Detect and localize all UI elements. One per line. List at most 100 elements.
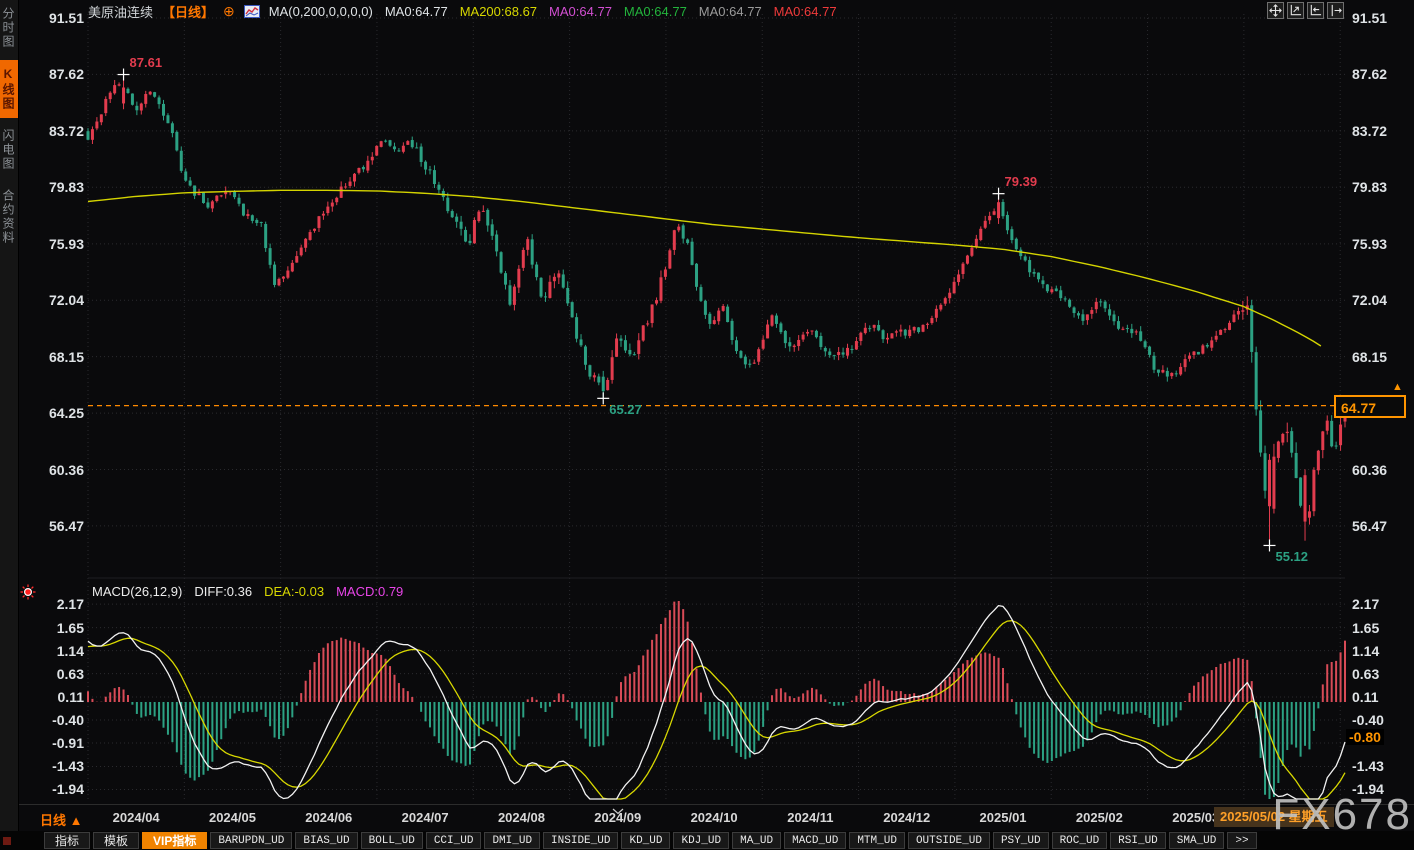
price-axis-label: 79.83 [32, 179, 84, 195]
toolbar-button-MACD_UD[interactable]: MACD_UD [784, 832, 846, 849]
toolbar-corner-icon [3, 837, 11, 845]
period-tag: 【日线】 [162, 2, 214, 21]
macd-diff-value: DIFF:0.36 [194, 584, 252, 599]
toolbar-button-BOLL_UD[interactable]: BOLL_UD [361, 832, 423, 849]
ma-values: MA(0,200,0,0,0,0) MA0:64.77 MA200:68.67 MA0… [269, 4, 837, 19]
price-axis-label: 75.93 [32, 236, 84, 252]
candle-bodies [87, 84, 1347, 521]
sidebar-tab-K线图[interactable]: K线图 [0, 60, 18, 118]
sidebar-tab-合约资料[interactable]: 合约资料 [0, 182, 18, 252]
toolbar-button-DMI_UD[interactable]: DMI_UD [484, 832, 540, 849]
axis-scale-icon[interactable] [1287, 2, 1304, 19]
macd-histogram [88, 601, 1345, 799]
axis-shift-right-icon[interactable] [1327, 2, 1344, 19]
ma-token-6: MA0:64.77 [774, 4, 837, 19]
macd-name: MACD(26,12,9) [92, 584, 182, 599]
toolbar-button-BARUPDN_UD[interactable]: BARUPDN_UD [210, 832, 292, 849]
sidebar-tab-分时图[interactable]: 分时图 [0, 0, 18, 56]
ma-token-3: MA0:64.77 [549, 4, 612, 19]
ma-token-0: MA(0,200,0,0,0,0) [269, 4, 373, 19]
macd-axis-label: -1.43 [32, 758, 84, 774]
extreme-price-label: 79.39 [1005, 174, 1038, 189]
current-price-badge: 64.77 [1334, 395, 1406, 418]
macd-header: MACD(26,12,9) DIFF:0.36 DEA:-0.03 MACD:0… [92, 584, 403, 599]
ma200-line [88, 190, 1321, 346]
chart-tool-icons [1267, 2, 1344, 19]
ma-token-5: MA0:64.77 [699, 4, 762, 19]
price-axis-label: 72.04 [32, 292, 84, 308]
symbol-title: 美原油连续 [88, 2, 153, 21]
x-axis-label: 2024/08 [481, 810, 561, 825]
macd-axis-label: -1.43 [1352, 758, 1384, 774]
watermark: FX678 [1272, 790, 1412, 840]
x-axis-label: 2024/06 [289, 810, 369, 825]
price-axis-label: 56.47 [32, 518, 84, 534]
ma-token-2: MA200:68.67 [460, 4, 537, 19]
x-axis-label: 2024/04 [96, 810, 176, 825]
toolbar-button-MA_UD[interactable]: MA_UD [732, 832, 781, 849]
period-selector[interactable]: 日线 ▲ [40, 810, 82, 829]
macd-axis-label: 0.11 [32, 689, 84, 705]
extreme-price-label: 55.12 [1275, 549, 1308, 564]
mini-chart-icon [244, 5, 260, 18]
macd-axis-label: 2.17 [1352, 596, 1379, 612]
x-axis-label: 2024/11 [770, 810, 850, 825]
price-axis-label: 68.15 [32, 349, 84, 365]
price-axis-label: 60.36 [32, 462, 84, 478]
indicator-toolbar: 指标模板VIP指标BARUPDN_UDBIAS_UDBOLL_UDCCI_UDD… [0, 831, 1414, 850]
toolbar-button-模板[interactable]: 模板 [93, 832, 139, 849]
macd-dea-line [88, 621, 1345, 799]
macd-dea-value: DEA:-0.03 [264, 584, 324, 599]
toolbar-button-INSIDE_UD[interactable]: INSIDE_UD [543, 832, 618, 849]
price-marker-icon: ▲ [1392, 381, 1403, 393]
axis-chevron-icon [612, 802, 624, 820]
toolbar-button-VIP指标[interactable]: VIP指标 [142, 832, 207, 849]
move-tool-icon[interactable] [1267, 2, 1284, 19]
price-axis-label: 56.47 [1352, 518, 1387, 534]
ma-token-4: MA0:64.77 [624, 4, 687, 19]
toolbar-button-KD_UD[interactable]: KD_UD [621, 832, 670, 849]
price-axis-label: 64.25 [32, 405, 84, 421]
price-axis-label: 79.83 [1352, 179, 1387, 195]
toolbar-button-CCI_UD[interactable]: CCI_UD [426, 832, 482, 849]
x-axis-label: 2024/12 [867, 810, 947, 825]
alert-icon[interactable] [20, 584, 36, 605]
macd-axis-label: 0.63 [32, 666, 84, 682]
price-axis-label: 60.36 [1352, 462, 1387, 478]
macd-axis-label: 1.65 [32, 620, 84, 636]
macd-axis-label: 0.11 [1352, 689, 1378, 705]
toolbar-button-RSI_UD[interactable]: RSI_UD [1110, 832, 1166, 849]
macd-axis-label: 1.65 [1352, 620, 1379, 636]
sidebar-tab-闪电图[interactable]: 闪电图 [0, 122, 18, 178]
macd-axis-label: 0.63 [1352, 666, 1379, 682]
toolbar-button-指标[interactable]: 指标 [44, 832, 90, 849]
price-axis-label: 68.15 [1352, 349, 1387, 365]
chart-header: 美原油连续 【日线】 ⊕ MA(0,200,0,0,0,0)MA0:64.77M… [88, 3, 837, 19]
axis-shift-left-icon[interactable] [1307, 2, 1324, 19]
price-axis-label: 83.72 [32, 123, 84, 139]
toolbar-button-KDJ_UD[interactable]: KDJ_UD [673, 832, 729, 849]
toolbar-button-MTM_UD[interactable]: MTM_UD [849, 832, 905, 849]
x-axis-label: 2025/02 [1059, 810, 1139, 825]
toolbar-button-BIAS_UD[interactable]: BIAS_UD [295, 832, 357, 849]
x-axis-label: 2025/01 [963, 810, 1043, 825]
price-axis-label: 91.51 [1352, 10, 1387, 26]
toolbar-button-OUTSIDE_UD[interactable]: OUTSIDE_UD [908, 832, 990, 849]
extreme-markers [118, 69, 1276, 552]
toolbar-button-SMA_UD[interactable]: SMA_UD [1169, 832, 1225, 849]
extreme-price-label: 65.27 [609, 402, 642, 417]
price-chart-svg [0, 0, 1414, 850]
macd-axis-label: -1.94 [32, 781, 84, 797]
toolbar-button-PSY_UD[interactable]: PSY_UD [993, 832, 1049, 849]
app-window: 分时图 K线图闪电图合约资料 美原油连续 【日线】 ⊕ MA(0,200,0,0,… [0, 0, 1414, 850]
toolbar-button-ROC_UD[interactable]: ROC_UD [1052, 832, 1108, 849]
macd-axis-badge: -0.80 [1346, 729, 1384, 745]
ma-token-1: MA0:64.77 [385, 4, 448, 19]
macd-axis-label: 1.14 [32, 643, 84, 659]
price-axis-label: 87.62 [32, 66, 84, 82]
price-axis-label: 75.93 [1352, 236, 1387, 252]
add-indicator-icon[interactable]: ⊕ [223, 5, 235, 17]
macd-axis-label: -0.40 [1352, 712, 1384, 728]
macd-axis-label: 1.14 [1352, 643, 1379, 659]
toolbar-button->>[interactable]: >> [1227, 832, 1256, 849]
